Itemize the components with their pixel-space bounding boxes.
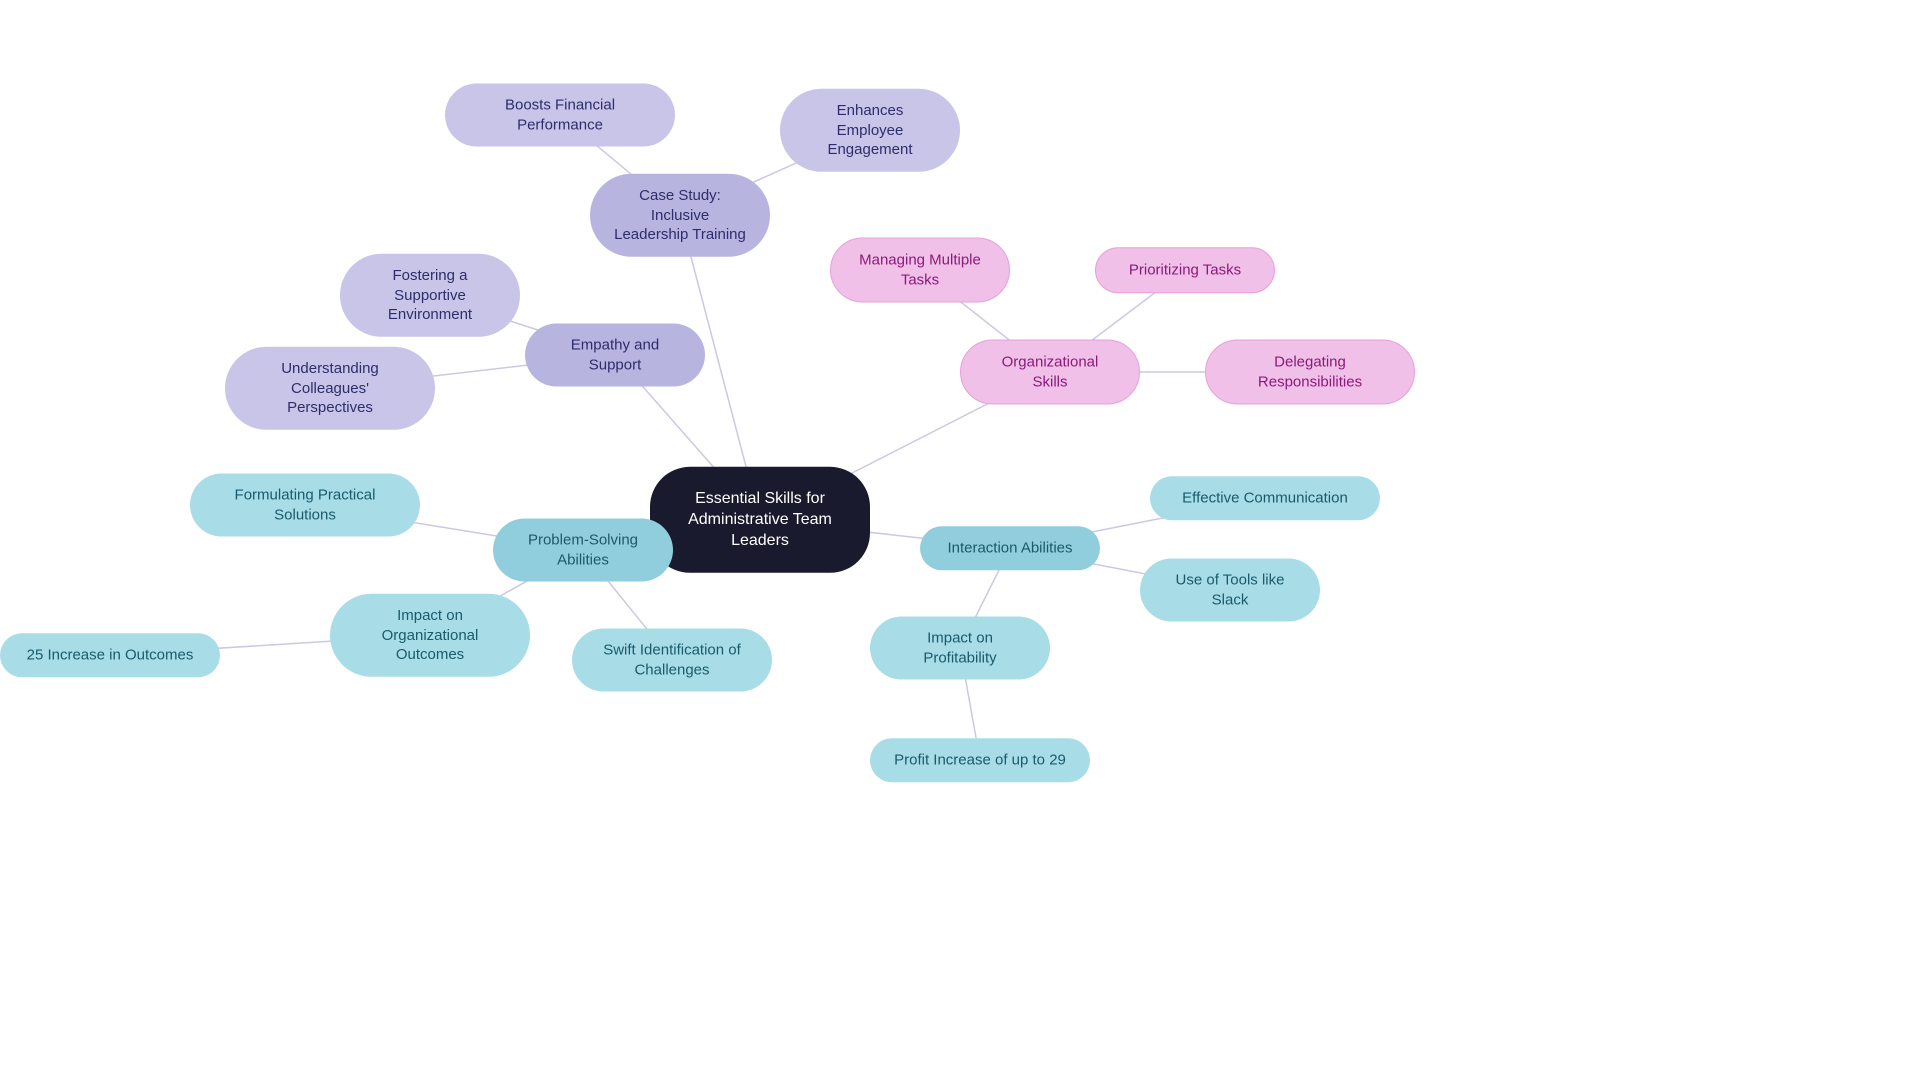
center-node: Essential Skills for Administrative Team… xyxy=(650,467,870,573)
mindmap-canvas: Essential Skills for Administrative Team… xyxy=(0,0,1920,1083)
org-skills-node: Organizational Skills xyxy=(960,340,1140,405)
fostering-node: Fostering a Supportive Environment xyxy=(340,254,520,337)
effective-comm-node: Effective Communication xyxy=(1150,476,1380,520)
formulating-node: Formulating Practical Solutions xyxy=(190,474,420,537)
use-tools-node: Use of Tools like Slack xyxy=(1140,559,1320,622)
understanding-node: Understanding Colleagues' Perspectives xyxy=(225,347,435,430)
delegating-node: Delegating Responsibilities xyxy=(1205,340,1415,405)
case-study-node: Case Study: Inclusive Leadership Trainin… xyxy=(590,174,770,257)
swift-id-node: Swift Identification of Challenges xyxy=(572,629,772,692)
interaction-node: Interaction Abilities xyxy=(920,526,1100,570)
empathy-node: Empathy and Support xyxy=(525,324,705,387)
boosts-financial-node: Boosts Financial Performance xyxy=(445,84,675,147)
problem-solving-node: Problem-Solving Abilities xyxy=(493,519,673,582)
impact-org-node: Impact on Organizational Outcomes xyxy=(330,594,530,677)
managing-tasks-node: Managing Multiple Tasks xyxy=(830,238,1010,303)
25-increase-node: 25 Increase in Outcomes xyxy=(0,633,220,677)
enhances-employee-node: Enhances Employee Engagement xyxy=(780,89,960,172)
impact-profit-node: Impact on Profitability xyxy=(870,617,1050,680)
prioritizing-node: Prioritizing Tasks xyxy=(1095,247,1275,293)
profit-increase-node: Profit Increase of up to 29 xyxy=(870,738,1090,782)
